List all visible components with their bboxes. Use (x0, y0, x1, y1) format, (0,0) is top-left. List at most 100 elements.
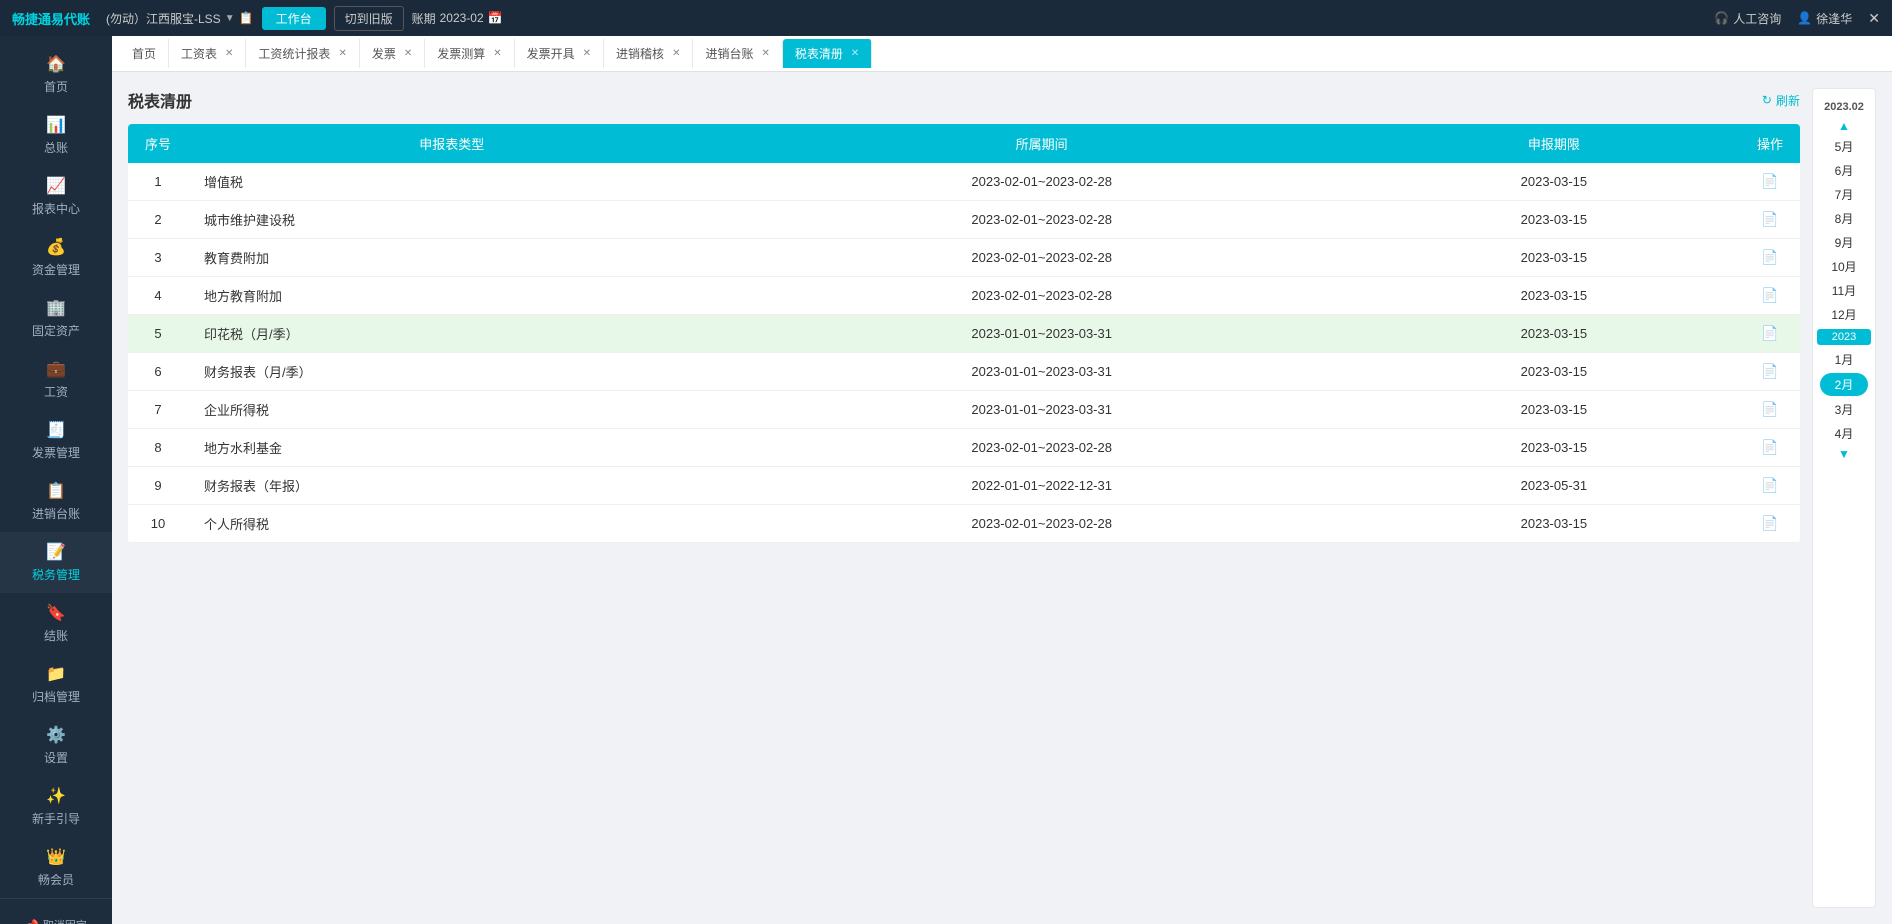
sidebar-item-archive[interactable]: 📁 归档管理 (0, 654, 112, 715)
action-icon-row-6[interactable]: 📄 (1761, 363, 1778, 379)
action-icon-row-1[interactable]: 📄 (1761, 173, 1778, 189)
tab-invoice-cal[interactable]: 发票测算✕ (425, 39, 514, 68)
dropdown-icon[interactable]: ▼ (225, 13, 235, 24)
tab-purchase-ledger[interactable]: 进销台账✕ (693, 39, 782, 68)
cell-action[interactable]: 📄 (1740, 239, 1800, 277)
period-label: 账期 (412, 10, 436, 27)
month-item-3月[interactable]: 3月 (1817, 398, 1871, 421)
window-close-button[interactable]: ✕ (1868, 10, 1880, 27)
sidebar-item-purchase[interactable]: 📋 进销台账 (0, 471, 112, 532)
tab-close-payroll[interactable]: ✕ (225, 48, 233, 59)
calendar-icon[interactable]: 📅 (488, 11, 503, 25)
cell-action[interactable]: 📄 (1740, 277, 1800, 315)
settlement-icon: 🔖 (46, 603, 66, 623)
user-icon: 👤 (1797, 11, 1812, 25)
member-icon: 👑 (46, 847, 66, 867)
sidebar-item-wage[interactable]: 💼 工资 (0, 349, 112, 410)
cell-action[interactable]: 📄 (1740, 391, 1800, 429)
sidebar-label-archive: 归档管理 (32, 688, 80, 705)
company-name: (勿动）江西服宝-LSS (106, 10, 221, 27)
app-logo: 畅捷通易代账 (12, 9, 90, 28)
action-icon-row-2[interactable]: 📄 (1761, 211, 1778, 227)
sidebar-item-fixed[interactable]: 🏢 固定资产 (0, 288, 112, 349)
tab-close-purchase-ledger[interactable]: ✕ (761, 48, 769, 59)
cell-type: 地方教育附加 (188, 277, 716, 315)
sidebar-item-report[interactable]: 📈 报表中心 (0, 166, 112, 227)
unpin-icon: 📌 (25, 919, 39, 924)
cell-type: 印花税（月/季） (188, 315, 716, 353)
tab-home[interactable]: 首页 (120, 39, 169, 68)
month-item-1月[interactable]: 1月 (1817, 348, 1871, 371)
company-selector[interactable]: (勿动）江西服宝-LSS ▼ 📋 (106, 10, 254, 27)
tab-label-purchase-check: 进销稽核 (616, 45, 664, 62)
tab-close-invoice-open[interactable]: ✕ (583, 48, 591, 59)
sidebar-item-member[interactable]: 👑 畅会员 (0, 837, 112, 898)
sidebar-item-settings[interactable]: ⚙️ 设置 (0, 715, 112, 776)
tab-close-purchase-check[interactable]: ✕ (672, 48, 680, 59)
action-icon-row-5[interactable]: 📄 (1761, 325, 1778, 341)
cell-deadline: 2023-03-15 (1368, 239, 1740, 277)
sidebar-label-wage: 工资 (44, 383, 68, 400)
sidebar-item-ledger[interactable]: 📊 总账 (0, 105, 112, 166)
tab-payroll[interactable]: 工资表✕ (169, 39, 246, 68)
month-item-4月[interactable]: 4月 (1817, 422, 1871, 445)
sidebar-item-tax[interactable]: 📝 税务管理 (0, 532, 112, 593)
cell-action[interactable]: 📄 (1740, 163, 1800, 201)
month-item-7月[interactable]: 7月 (1817, 183, 1871, 206)
tab-close-invoice-cal[interactable]: ✕ (493, 48, 501, 59)
tab-purchase-check[interactable]: 进销稽核 ✕ (604, 39, 693, 68)
prev-arrow[interactable]: ▲ (1838, 117, 1850, 135)
cell-action[interactable]: 📄 (1740, 429, 1800, 467)
month-item-6月[interactable]: 6月 (1817, 159, 1871, 182)
sidebar-item-invoice[interactable]: 🧾 发票管理 (0, 410, 112, 471)
cell-action[interactable]: 📄 (1740, 505, 1800, 543)
action-icon-row-9[interactable]: 📄 (1761, 477, 1778, 493)
year-tag-2023[interactable]: 2023 (1817, 329, 1871, 345)
cell-period: 2023-02-01~2023-02-28 (716, 239, 1368, 277)
sidebar-label-tax: 税务管理 (32, 566, 80, 583)
action-icon-row-10[interactable]: 📄 (1761, 515, 1778, 531)
action-icon-row-3[interactable]: 📄 (1761, 249, 1778, 265)
sidebar-item-settlement[interactable]: 🔖 结账 (0, 593, 112, 654)
headset-icon: 🎧 (1714, 11, 1729, 25)
month-item-9月[interactable]: 9月 (1817, 231, 1871, 254)
cell-action[interactable]: 📄 (1740, 353, 1800, 391)
action-icon-row-7[interactable]: 📄 (1761, 401, 1778, 417)
month-active-2月[interactable]: 2月 (1820, 373, 1869, 396)
cell-no: 7 (128, 391, 188, 429)
workbench-button[interactable]: 工作台 (262, 7, 326, 30)
action-icon-row-8[interactable]: 📄 (1761, 439, 1778, 455)
month-item-8月[interactable]: 8月 (1817, 207, 1871, 230)
sidebar-label-guide: 新手引导 (32, 810, 80, 827)
next-arrow[interactable]: ▼ (1838, 445, 1850, 463)
switch-old-button[interactable]: 切到旧版 (334, 6, 404, 31)
tab-invoice-open[interactable]: 发票开具✕ (515, 39, 604, 68)
cell-action[interactable]: 📄 (1740, 315, 1800, 353)
page-content: 税表清册 ↻ 刷新 序号申报表类型所属期间申报期限操作 1增值税2023-02-… (112, 72, 1892, 924)
unpin-button[interactable]: 📌 取消固定 (0, 909, 112, 924)
table-row: 5印花税（月/季）2023-01-01~2023-03-312023-03-15… (128, 315, 1800, 353)
tab-close-tax-register[interactable]: ✕ (851, 48, 859, 59)
sidebar-item-home[interactable]: 🏠 首页 (0, 44, 112, 105)
tab-close-payroll-report[interactable]: ✕ (338, 48, 346, 59)
user-menu[interactable]: 👤 徐逢华 (1797, 10, 1852, 27)
tab-tax-register[interactable]: 税表清册✕ (783, 39, 872, 68)
sidebar-item-guide[interactable]: ✨ 新手引导 (0, 776, 112, 837)
tab-close-invoice[interactable]: ✕ (404, 48, 412, 59)
action-icon-row-4[interactable]: 📄 (1761, 287, 1778, 303)
tab-payroll-report[interactable]: 工资统计报表✕ (246, 39, 359, 68)
sidebar-item-fund[interactable]: 💰 资金管理 (0, 227, 112, 288)
month-item-5月[interactable]: 5月 (1817, 135, 1871, 158)
ai-consult-button[interactable]: 🎧 人工咨询 (1714, 10, 1781, 27)
month-item-11月[interactable]: 11月 (1817, 279, 1871, 302)
table-row: 6财务报表（月/季）2023-01-01~2023-03-312023-03-1… (128, 353, 1800, 391)
cell-action[interactable]: 📄 (1740, 467, 1800, 505)
sidebar-label-fixed: 固定资产 (32, 322, 80, 339)
refresh-button[interactable]: ↻ 刷新 (1762, 92, 1800, 109)
month-item-10月[interactable]: 10月 (1817, 255, 1871, 278)
cell-action[interactable]: 📄 (1740, 201, 1800, 239)
cell-period: 2023-01-01~2023-03-31 (716, 391, 1368, 429)
month-item-12月[interactable]: 12月 (1817, 303, 1871, 326)
copy-icon[interactable]: 📋 (239, 11, 254, 25)
tab-invoice[interactable]: 发票✕ (360, 39, 425, 68)
